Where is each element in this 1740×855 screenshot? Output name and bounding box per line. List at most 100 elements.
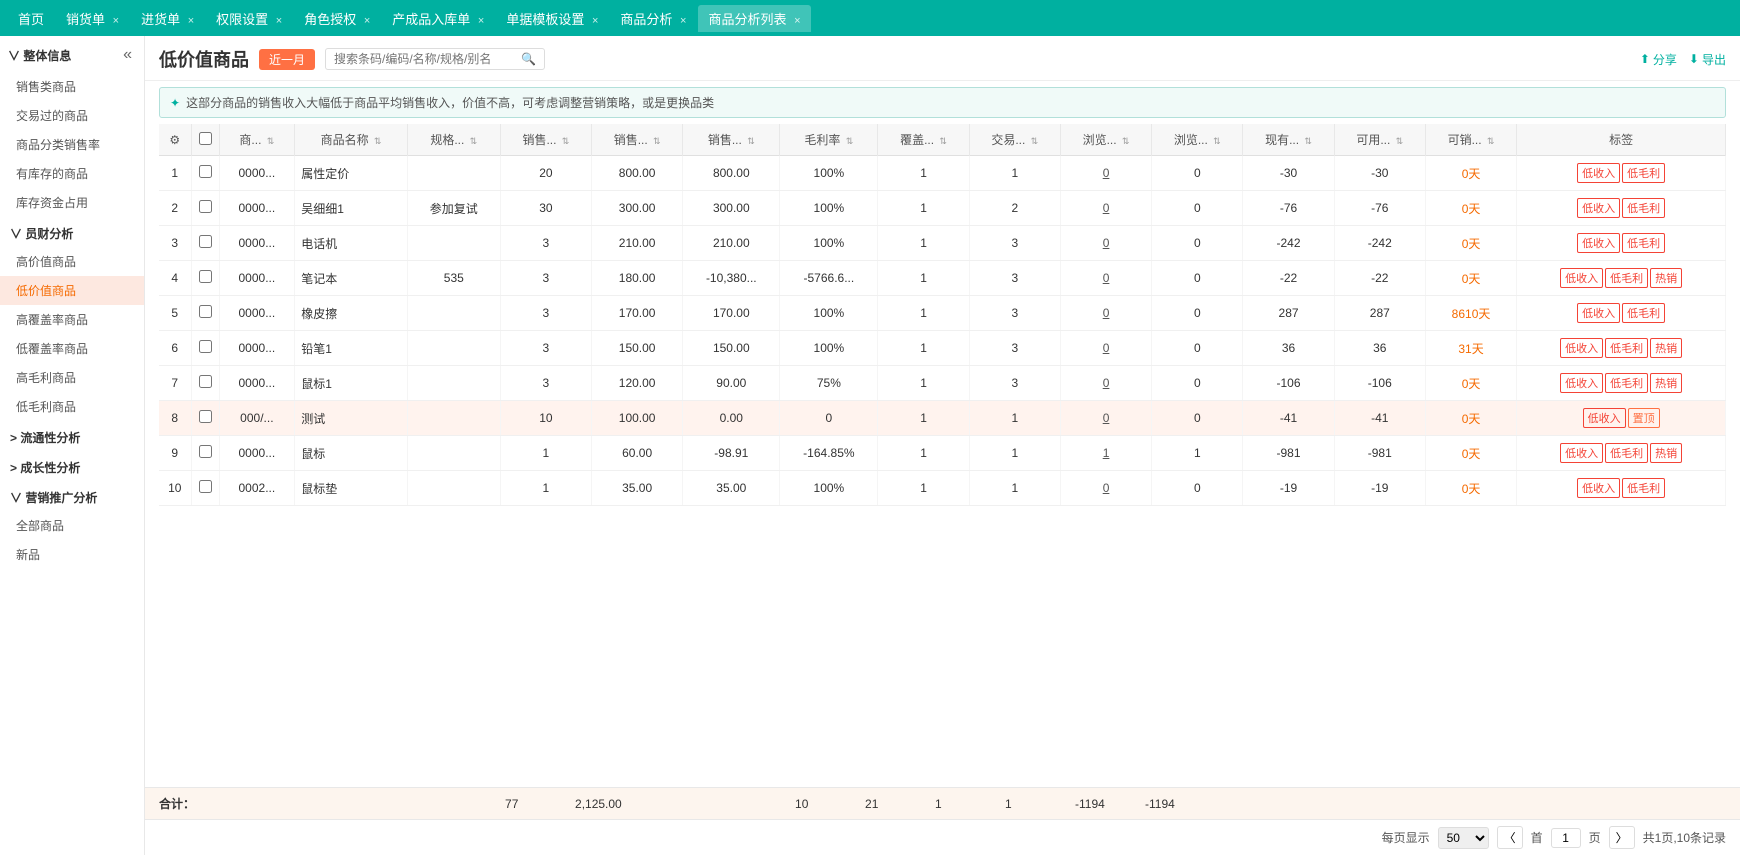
row-browse1[interactable]: 0 (1060, 401, 1151, 436)
row-available: 36 (1334, 331, 1425, 366)
nav-purchase-order[interactable]: 进货单 × (131, 5, 204, 32)
row-code: 0002... (219, 471, 295, 506)
sidebar-item-high-margin[interactable]: 高毛利商品 (0, 363, 144, 392)
row-name: 鼠标1 (295, 366, 408, 401)
sidebar-item-capital-occupation[interactable]: 库存资金占用 (0, 188, 144, 217)
sidebar-item-sales-products[interactable]: 销售类商品 (0, 72, 144, 101)
sidebar-section-marketing[interactable]: ∨ 营销推广分析 (0, 481, 144, 511)
row-s3: -10,380... (683, 261, 780, 296)
row-browse1[interactable]: 0 (1060, 261, 1151, 296)
nav-role-auth[interactable]: 角色授权 × (294, 5, 380, 32)
sidebar-item-category-sales-rate[interactable]: 商品分类销售率 (0, 130, 144, 159)
row-code: 0000... (219, 156, 295, 191)
sidebar-section-finance[interactable]: ∨ 员财分析 (0, 217, 144, 247)
sidebar-section-circulation[interactable]: > 流通性分析 (0, 421, 144, 451)
row-checkbox[interactable] (199, 480, 212, 493)
per-page-select[interactable]: 50 100 200 (1438, 827, 1489, 849)
row-checkbox[interactable] (199, 340, 212, 353)
select-all-checkbox[interactable] (199, 132, 212, 145)
row-tags: 低收入低毛利热销 (1517, 436, 1726, 471)
close-icon[interactable]: × (592, 15, 598, 27)
sidebar-item-all-products[interactable]: 全部商品 (0, 511, 144, 540)
row-code: 0000... (219, 366, 295, 401)
close-icon[interactable]: × (794, 15, 800, 27)
row-s2: 150.00 (592, 331, 683, 366)
sidebar-item-low-margin[interactable]: 低毛利商品 (0, 392, 144, 421)
close-icon[interactable]: × (188, 15, 194, 27)
table-wrapper[interactable]: ⚙ 商... ⇅ 商品名称 ⇅ 规格... ⇅ 销售... ⇅ 销售... ⇅ … (145, 124, 1740, 787)
row-check[interactable] (191, 471, 219, 506)
nav-permissions[interactable]: 权限设置 × (206, 5, 292, 32)
close-icon[interactable]: × (364, 15, 370, 27)
row-checkbox[interactable] (199, 200, 212, 213)
col-settings[interactable]: ⚙ (159, 124, 191, 156)
row-check[interactable] (191, 156, 219, 191)
sidebar-section-overall[interactable]: ∨ 整体信息 (8, 47, 71, 64)
search-box[interactable]: 🔍 (325, 48, 545, 70)
row-tags: 低收入置顶 (1517, 401, 1726, 436)
row-check[interactable] (191, 401, 219, 436)
row-check[interactable] (191, 331, 219, 366)
row-browse1[interactable]: 0 (1060, 331, 1151, 366)
nav-product-inbound[interactable]: 产成品入库单 × (382, 5, 494, 32)
col-checkbox[interactable] (191, 124, 219, 156)
row-browse1[interactable]: 0 (1060, 296, 1151, 331)
row-browse1[interactable]: 0 (1060, 366, 1151, 401)
sidebar-item-new-products[interactable]: 新品 (0, 540, 144, 569)
sidebar-item-high-value[interactable]: 高价值商品 (0, 247, 144, 276)
row-check[interactable] (191, 366, 219, 401)
sidebar-item-low-value[interactable]: 低价值商品 (0, 276, 144, 305)
row-check[interactable] (191, 261, 219, 296)
row-no: 5 (159, 296, 191, 331)
row-browse1[interactable]: 0 (1060, 471, 1151, 506)
nav-home[interactable]: 首页 (8, 5, 54, 32)
close-icon[interactable]: × (276, 15, 282, 27)
row-check[interactable] (191, 296, 219, 331)
row-checkbox[interactable] (199, 235, 212, 248)
first-page-btn[interactable]: 〈 (1497, 826, 1523, 849)
row-trade: 3 (969, 296, 1060, 331)
close-icon[interactable]: × (113, 15, 119, 27)
tag-low-value: 低收入 (1577, 198, 1620, 218)
row-trade: 1 (969, 471, 1060, 506)
row-browse1[interactable]: 0 (1060, 226, 1151, 261)
row-checkbox[interactable] (199, 305, 212, 318)
sidebar-item-traded-products[interactable]: 交易过的商品 (0, 101, 144, 130)
row-check[interactable] (191, 436, 219, 471)
search-icon[interactable]: 🔍 (521, 52, 536, 66)
nav-sales-order[interactable]: 销货单 × (56, 5, 129, 32)
close-icon[interactable]: × (680, 15, 686, 27)
row-check[interactable] (191, 191, 219, 226)
row-checkbox[interactable] (199, 375, 212, 388)
sidebar-collapse-btn[interactable]: « (119, 42, 136, 68)
row-sellable: 0天 (1425, 436, 1516, 471)
nav-product-analysis[interactable]: 商品分析 × (610, 5, 696, 32)
table-row: 7 0000... 鼠标1 3 120.00 90.00 75% 1 3 0 0… (159, 366, 1726, 401)
row-checkbox[interactable] (199, 410, 212, 423)
row-browse1[interactable]: 0 (1060, 156, 1151, 191)
close-icon[interactable]: × (478, 15, 484, 27)
row-margin: 100% (780, 296, 878, 331)
row-checkbox[interactable] (199, 445, 212, 458)
tag-low-value: 低收入 (1560, 373, 1603, 393)
nav-product-analysis-list[interactable]: 商品分析列表 × (698, 5, 810, 32)
row-browse1[interactable]: 0 (1060, 191, 1151, 226)
sidebar-item-low-coverage[interactable]: 低覆盖率商品 (0, 334, 144, 363)
next-page-btn[interactable]: 〉 (1609, 826, 1635, 849)
nav-template-settings[interactable]: 单据模板设置 × (496, 5, 608, 32)
row-margin: -164.85% (780, 436, 878, 471)
page-number-input[interactable] (1551, 828, 1581, 848)
sidebar-item-high-coverage[interactable]: 高覆盖率商品 (0, 305, 144, 334)
filter-recent-month-btn[interactable]: 近一月 (259, 49, 315, 70)
row-no: 8 (159, 401, 191, 436)
export-btn[interactable]: ⬇ 导出 (1689, 51, 1726, 68)
sidebar-section-growth[interactable]: > 成长性分析 (0, 451, 144, 481)
search-input[interactable] (334, 52, 517, 66)
row-checkbox[interactable] (199, 270, 212, 283)
row-margin: 100% (780, 331, 878, 366)
row-browse1[interactable]: 1 (1060, 436, 1151, 471)
row-check[interactable] (191, 226, 219, 261)
share-btn[interactable]: ⬆ 分享 (1640, 51, 1677, 68)
row-checkbox[interactable] (199, 165, 212, 178)
sidebar-item-stocked-products[interactable]: 有库存的商品 (0, 159, 144, 188)
